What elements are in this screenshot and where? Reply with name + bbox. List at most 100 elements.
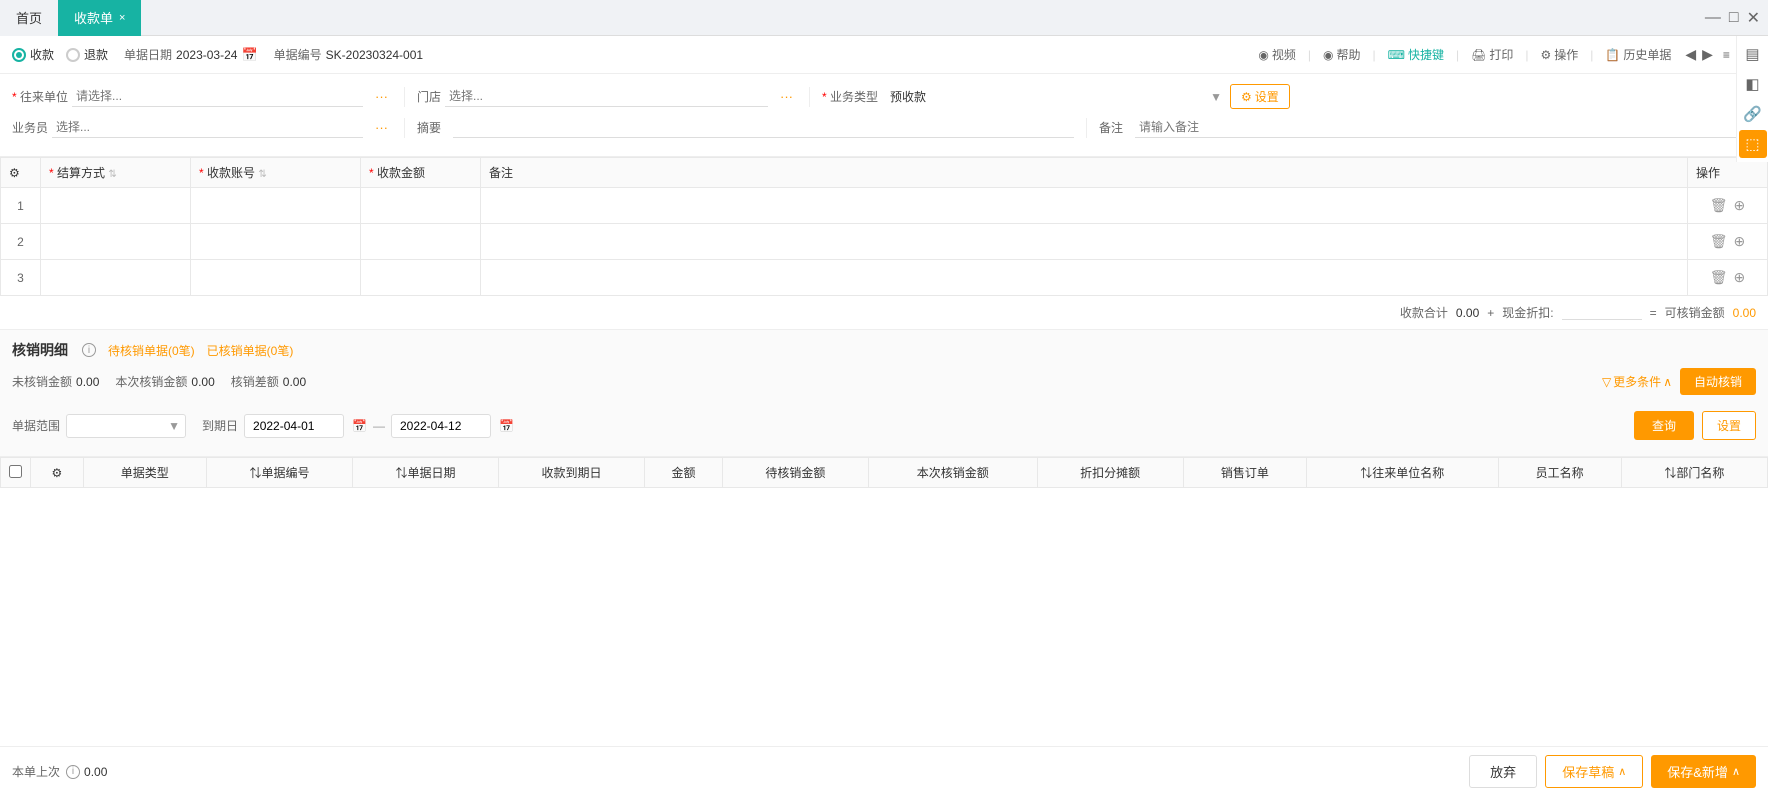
delete-icon-1[interactable]: 🗑 <box>1710 197 1728 214</box>
bottom-info-icon[interactable]: i <box>66 765 80 779</box>
divider-1 <box>404 87 405 107</box>
summary-row: 收款合计 0.00 + 现金折扣: = 可核销金额 0.00 <box>0 296 1768 330</box>
select-all-checkbox[interactable] <box>9 465 22 478</box>
row-amount-2[interactable] <box>361 224 481 260</box>
history-label: 历史单据 <box>1623 46 1671 63</box>
top-toolbar: 收款 退款 单据日期 2023-03-24 📅 单据编号 SK-20230324… <box>0 36 1768 74</box>
help-btn[interactable]: ◉ 帮助 <box>1319 44 1365 65</box>
pending-tab[interactable]: 待核销单据(0笔) <box>108 342 195 359</box>
maximize-icon[interactable]: □ <box>1729 9 1739 27</box>
sidebar-icon-link[interactable]: 🔗 <box>1739 100 1767 128</box>
receipt-radio-dot <box>12 48 26 62</box>
row-amount-3[interactable] <box>361 260 481 296</box>
done-tab[interactable]: 已核销单据(0笔) <box>207 342 294 359</box>
store-more-btn[interactable]: ··· <box>776 89 797 104</box>
divider-4 <box>1086 118 1087 138</box>
due-start-input[interactable] <box>244 414 344 438</box>
range-label: 单据范围 <box>12 417 60 434</box>
equals-sign: = <box>1650 306 1657 320</box>
save-new-btn[interactable]: 保存&新增 ∧ <box>1651 755 1756 788</box>
row-settle-3[interactable] <box>41 260 191 296</box>
due-end-input[interactable] <box>391 414 491 438</box>
sort-account-icon[interactable]: ⇅ <box>258 169 266 180</box>
bottom-actions: 放弃 保存草稿 ∧ 保存&新增 ∧ <box>1469 755 1756 788</box>
gear-icon: ⚙ <box>1241 90 1252 104</box>
row-account-1[interactable] <box>191 188 361 224</box>
next-icon[interactable]: ▶ <box>1700 44 1715 65</box>
salesman-input[interactable] <box>52 117 363 138</box>
prev-icon[interactable]: ◀ <box>1683 44 1698 65</box>
operation-btn[interactable]: ⚙ 操作 <box>1536 44 1582 65</box>
counterpart-more-btn[interactable]: ··· <box>371 89 392 104</box>
th-remark: 备注 <box>481 158 1688 188</box>
row-remark-3[interactable] <box>481 260 1688 296</box>
print-btn[interactable]: 🖨 打印 <box>1467 44 1517 65</box>
calendar-icon[interactable]: 📅 <box>241 47 257 63</box>
verify-info-icon[interactable]: i <box>82 343 96 357</box>
range-select[interactable] <box>66 414 186 438</box>
range-field: 单据范围 ▼ <box>12 414 186 438</box>
refund-radio[interactable]: 退款 <box>66 46 108 63</box>
divider-2 <box>809 87 810 107</box>
store-input[interactable] <box>445 86 768 107</box>
tab-home[interactable]: 首页 <box>0 0 58 36</box>
receipt-radio[interactable]: 收款 <box>12 46 54 63</box>
table-settings-btn[interactable]: 设置 <box>1702 411 1756 440</box>
row-settle-2[interactable] <box>41 224 191 260</box>
query-btn[interactable]: 查询 <box>1634 411 1694 440</box>
video-icon: ◉ <box>1258 48 1268 62</box>
diff-value: 0.00 <box>283 375 306 389</box>
save-draft-btn[interactable]: 保存草稿 ∧ <box>1545 755 1643 788</box>
sidebar-icon-table[interactable]: ▤ <box>1739 40 1767 68</box>
settings-button[interactable]: ⚙ 设置 <box>1230 84 1290 109</box>
help-icon: ◉ <box>1323 48 1333 62</box>
th-gear[interactable]: ⚙ <box>1 158 41 188</box>
abstract-field: 摘要 <box>417 117 1074 138</box>
video-btn[interactable]: ◉ 视频 <box>1254 44 1300 65</box>
sidebar-icon-panel[interactable]: ◧ <box>1739 70 1767 98</box>
row-account-3[interactable] <box>191 260 361 296</box>
business-type-label: * 业务类型 <box>822 88 878 105</box>
range-select-wrap: ▼ <box>66 414 186 438</box>
business-type-arrow[interactable]: ▼ <box>1210 90 1222 104</box>
tab-receipt[interactable]: 收款单 × <box>58 0 141 36</box>
th-checkbox[interactable] <box>1 458 31 488</box>
close-icon[interactable]: ✕ <box>1747 8 1760 28</box>
verify-stats: 未核销金额 0.00 本次核销金额 0.00 核销差额 0.00 ▽ 更多条件 … <box>12 368 1756 395</box>
shortcut-btn[interactable]: ⌨ 快捷键 <box>1384 44 1448 65</box>
more-conditions-btn[interactable]: ▽ 更多条件 ∧ <box>1602 373 1672 390</box>
copy-icon-3[interactable]: ⊕ <box>1734 269 1746 286</box>
abstract-input[interactable] <box>453 117 1074 138</box>
salesman-more-btn[interactable]: ··· <box>371 120 392 135</box>
list-view-icon[interactable]: ≡ <box>1723 48 1730 62</box>
copy-icon-1[interactable]: ⊕ <box>1734 197 1746 214</box>
cal-end-icon[interactable]: 📅 <box>499 419 514 433</box>
auto-clear-btn[interactable]: 自动核销 <box>1680 368 1756 395</box>
sidebar-icon-expand[interactable]: ⬚ <box>1739 130 1767 158</box>
tab-receipt-label: 收款单 <box>74 8 113 27</box>
row-amount-1[interactable] <box>361 188 481 224</box>
tab-close-icon[interactable]: × <box>119 12 125 24</box>
row-action-3: 🗑 ⊕ <box>1688 260 1768 296</box>
th-gear-result[interactable]: ⚙ <box>31 458 84 488</box>
history-btn[interactable]: 📋 历史单据 <box>1601 44 1675 65</box>
receipt-refund-group: 收款 退款 <box>12 46 108 63</box>
abandon-btn[interactable]: 放弃 <box>1469 755 1537 788</box>
copy-icon-2[interactable]: ⊕ <box>1734 233 1746 250</box>
row-settle-1[interactable] <box>41 188 191 224</box>
cal-start-icon[interactable]: 📅 <box>352 419 367 433</box>
th-account: * 收款账号 ⇅ <box>191 158 361 188</box>
minimize-icon[interactable]: — <box>1705 9 1721 27</box>
row-remark-1[interactable] <box>481 188 1688 224</box>
row-remark-2[interactable] <box>481 224 1688 260</box>
bottom-label: 本单上次 <box>12 763 60 780</box>
counterpart-input[interactable] <box>72 86 363 107</box>
delete-icon-3[interactable]: 🗑 <box>1710 269 1728 286</box>
filter-row: 单据范围 ▼ 到期日 📅 — 📅 查询 设置 <box>12 405 1756 446</box>
note-input[interactable] <box>1135 117 1756 138</box>
delete-icon-2[interactable]: 🗑 <box>1710 233 1728 250</box>
row-account-2[interactable] <box>191 224 361 260</box>
save-new-arrow: ∧ <box>1732 765 1740 778</box>
discount-input[interactable] <box>1562 305 1642 320</box>
sort-settle-icon[interactable]: ⇅ <box>108 169 116 180</box>
